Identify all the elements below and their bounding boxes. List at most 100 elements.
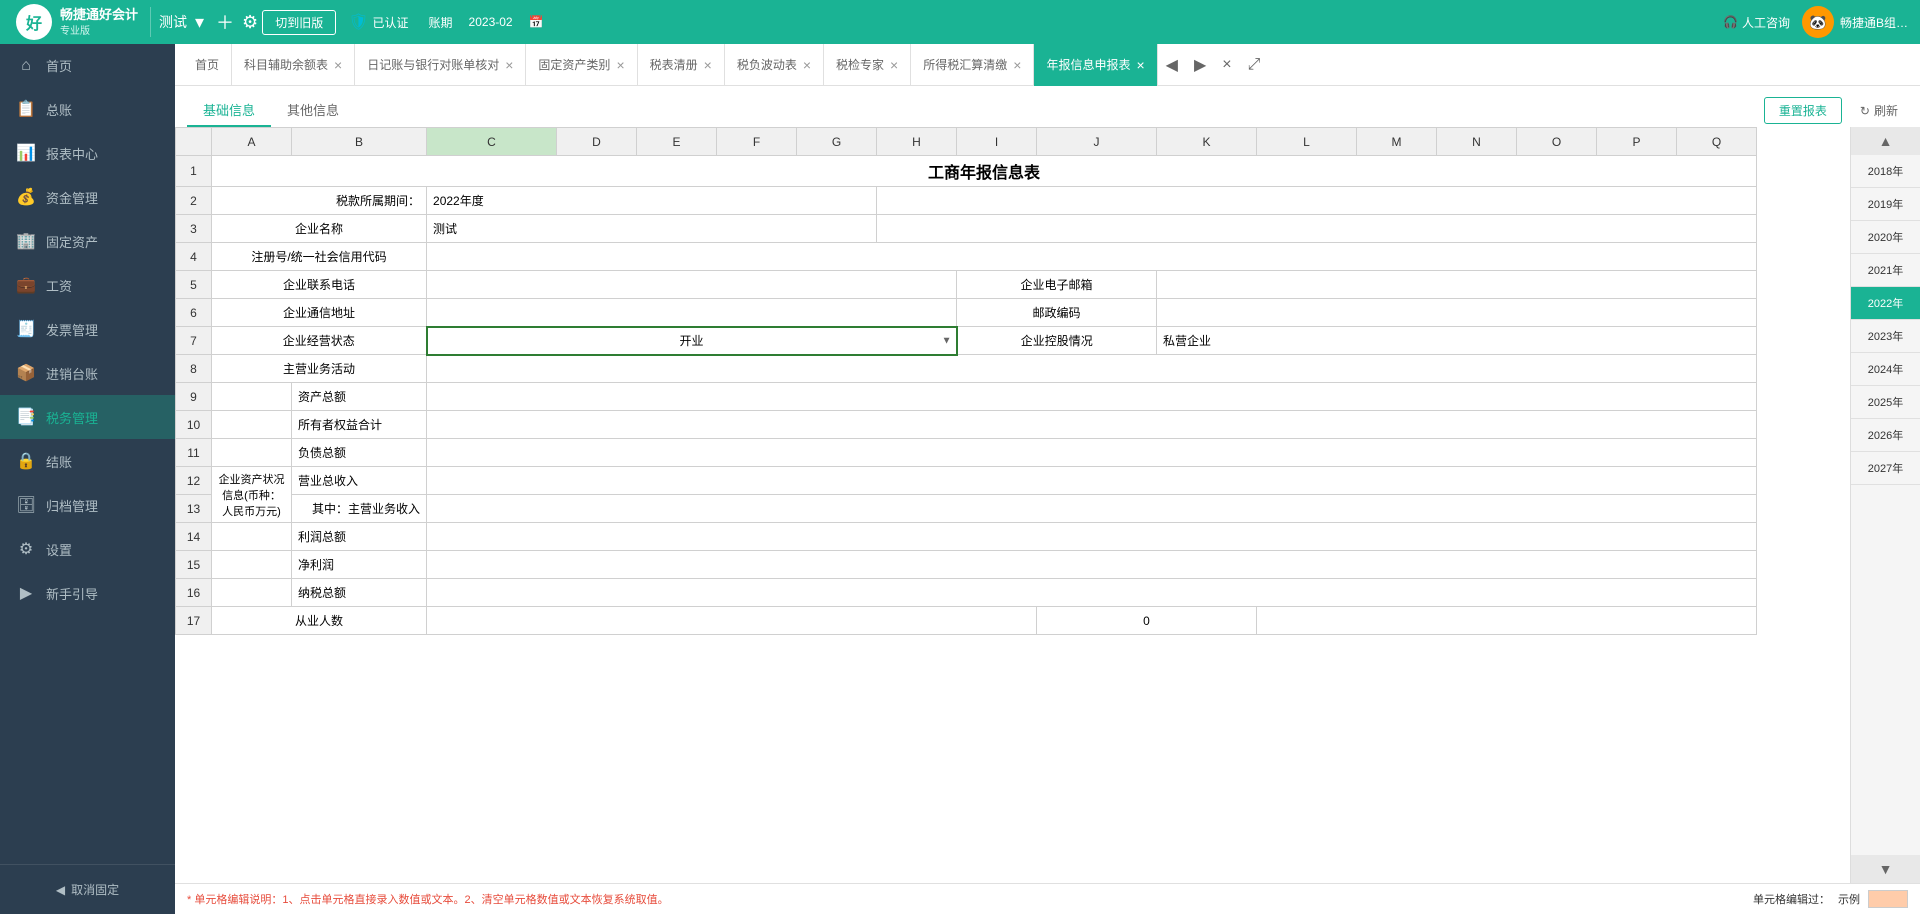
sidebar-item-close[interactable]: 🔒结账: [0, 439, 175, 483]
tab-assets_type[interactable]: 固定资产类别×: [526, 44, 637, 86]
table-row: 12 企业资产状况信息(币种：人民币万元) 营业总收入: [176, 467, 1757, 495]
sidebar: ⌂首页📋总账📊报表中心💰资金管理🏢固定资产💼工资🧾发票管理📦进销台账📑税务管理🔒…: [0, 44, 175, 914]
net-profit-value[interactable]: [427, 551, 1757, 579]
sidebar-item-invoice[interactable]: 🧾发票管理: [0, 307, 175, 351]
sidebar-item-tax[interactable]: 📑税务管理: [0, 395, 175, 439]
equity-value[interactable]: [427, 411, 1757, 439]
unfix-button[interactable]: ◀ 取消固定: [0, 873, 175, 906]
postal-label: 邮政编码: [957, 299, 1157, 327]
calendar-icon[interactable]: 📅: [529, 15, 544, 29]
company-name-value[interactable]: 测试: [427, 215, 877, 243]
sidebar-item-label: 发票管理: [46, 320, 98, 339]
sidebar-item-label: 固定资产: [46, 232, 98, 251]
grid-table: A B C D E F G H I J K L: [175, 127, 1757, 635]
year-item[interactable]: 2027年: [1851, 452, 1920, 485]
address-value[interactable]: [427, 299, 957, 327]
reset-button[interactable]: 重置报表: [1764, 97, 1842, 124]
status-dropdown-cell[interactable]: 开业 ▼: [427, 327, 957, 355]
spreadsheet-main[interactable]: A B C D E F G H I J K L: [175, 127, 1850, 883]
year-up-button[interactable]: ▲: [1851, 127, 1920, 155]
sidebar-item-ledger[interactable]: 📋总账: [0, 87, 175, 131]
tab-close-icon[interactable]: ×: [616, 57, 624, 73]
year-item[interactable]: 2025年: [1851, 386, 1920, 419]
year-item[interactable]: 2026年: [1851, 419, 1920, 452]
tab-prev-button[interactable]: ◀: [1158, 51, 1186, 79]
tab-label: 年报信息申报表: [1046, 56, 1130, 73]
tab-close-icon[interactable]: ×: [1136, 57, 1144, 73]
year-item[interactable]: 2019年: [1851, 188, 1920, 221]
period-value-cell[interactable]: 2022年度: [427, 187, 877, 215]
row-num-6: 6: [176, 299, 212, 327]
title-cell[interactable]: 工商年报信息表: [212, 156, 1757, 187]
tab-tax_return[interactable]: 税表清册×: [638, 44, 725, 86]
revenue-value[interactable]: [427, 467, 1757, 495]
tab-close-icon[interactable]: ×: [803, 57, 811, 73]
refresh-button[interactable]: ↻ 刷新: [1850, 98, 1908, 123]
add-icon[interactable]: ＋: [212, 5, 238, 39]
sidebar-nav: ⌂首页📋总账📊报表中心💰资金管理🏢固定资产💼工资🧾发票管理📦进销台账📑税务管理🔒…: [0, 44, 175, 864]
tab-close-all-button[interactable]: ×: [1214, 52, 1239, 78]
sidebar-item-newbie[interactable]: ▶新手引导: [0, 571, 175, 615]
employees-value[interactable]: [427, 607, 1037, 635]
tab-journal[interactable]: 日记账与银行对账单核对×: [355, 44, 526, 86]
sidebar-item-fund[interactable]: 💰资金管理: [0, 175, 175, 219]
main-biz-label: 主营业务活动: [212, 355, 427, 383]
sub-tab-actions: 重置报表 ↻ 刷新: [1764, 94, 1908, 127]
row-num-1: 1: [176, 156, 212, 187]
dropdown-arrow-icon[interactable]: ▾: [191, 8, 208, 37]
holding-value[interactable]: 私营企业: [1157, 327, 1757, 355]
tab-auxiliary[interactable]: 科目辅助余额表×: [232, 44, 355, 86]
year-item[interactable]: 2024年: [1851, 353, 1920, 386]
year-item[interactable]: 2022年: [1851, 287, 1920, 320]
tab-close-icon[interactable]: ×: [890, 57, 898, 73]
sidebar-item-salary[interactable]: 💼工资: [0, 263, 175, 307]
tab-close-icon[interactable]: ×: [334, 57, 342, 73]
main-biz-value[interactable]: [427, 355, 1757, 383]
year-item[interactable]: 2023年: [1851, 320, 1920, 353]
year-item[interactable]: 2021年: [1851, 254, 1920, 287]
tab-close-icon[interactable]: ×: [505, 57, 513, 73]
row-num-13: 13: [176, 495, 212, 523]
sidebar-item-label: 资金管理: [46, 188, 98, 207]
unfix-icon: ◀: [56, 883, 65, 897]
sidebar-item-settings[interactable]: ⚙设置: [0, 527, 175, 571]
email-value[interactable]: [1157, 271, 1757, 299]
postal-value[interactable]: [1157, 299, 1757, 327]
tab-basic[interactable]: 基础信息: [187, 94, 271, 127]
total-tax-value[interactable]: [427, 579, 1757, 607]
sidebar-item-archive[interactable]: 🗄归档管理: [0, 483, 175, 527]
consult-label: 人工咨询: [1742, 14, 1790, 31]
row-num-7: 7: [176, 327, 212, 355]
year-item[interactable]: 2018年: [1851, 155, 1920, 188]
tab-next-button[interactable]: ▶: [1186, 51, 1214, 79]
settings-icon[interactable]: ⚙: [238, 8, 262, 37]
employees-num-value[interactable]: 0: [1037, 607, 1257, 635]
year-down-button[interactable]: ▼: [1851, 855, 1920, 883]
tab-annual_report[interactable]: 年报信息申报表 ×: [1034, 44, 1157, 86]
sidebar-item-purchase[interactable]: 📦进销台账: [0, 351, 175, 395]
tab-tax_expert[interactable]: 税检专家×: [824, 44, 911, 86]
year-item[interactable]: 2020年: [1851, 221, 1920, 254]
tab-close-icon[interactable]: ×: [704, 57, 712, 73]
phone-value[interactable]: [427, 271, 957, 299]
main-revenue-value[interactable]: [427, 495, 1757, 523]
app-title: 测试: [159, 12, 187, 32]
avatar: 🐼: [1802, 6, 1834, 38]
total-assets-value[interactable]: [427, 383, 1757, 411]
sidebar-item-home[interactable]: ⌂首页: [0, 44, 175, 87]
reg-no-value[interactable]: [427, 243, 1757, 271]
tab-other[interactable]: 其他信息: [271, 94, 355, 127]
tab-expand-button[interactable]: ⤢: [1240, 52, 1269, 78]
tab-income_tax[interactable]: 所得税汇算清缴×: [911, 44, 1034, 86]
sidebar-item-reports[interactable]: 📊报表中心: [0, 131, 175, 175]
sidebar-item-assets[interactable]: 🏢固定资产: [0, 219, 175, 263]
tab-tax_wave[interactable]: 税负波动表×: [725, 44, 824, 86]
user-info[interactable]: 🐼 畅捷通B组…: [1802, 6, 1908, 38]
total-profit-value[interactable]: [427, 523, 1757, 551]
old-version-button[interactable]: 切到旧版: [262, 10, 336, 35]
tab-home[interactable]: 首页: [183, 44, 232, 86]
debt-value[interactable]: [427, 439, 1757, 467]
tab-close-icon[interactable]: ×: [1013, 57, 1021, 73]
consult-button[interactable]: 🎧 人工咨询: [1723, 14, 1790, 31]
table-row: 11 负债总额: [176, 439, 1757, 467]
